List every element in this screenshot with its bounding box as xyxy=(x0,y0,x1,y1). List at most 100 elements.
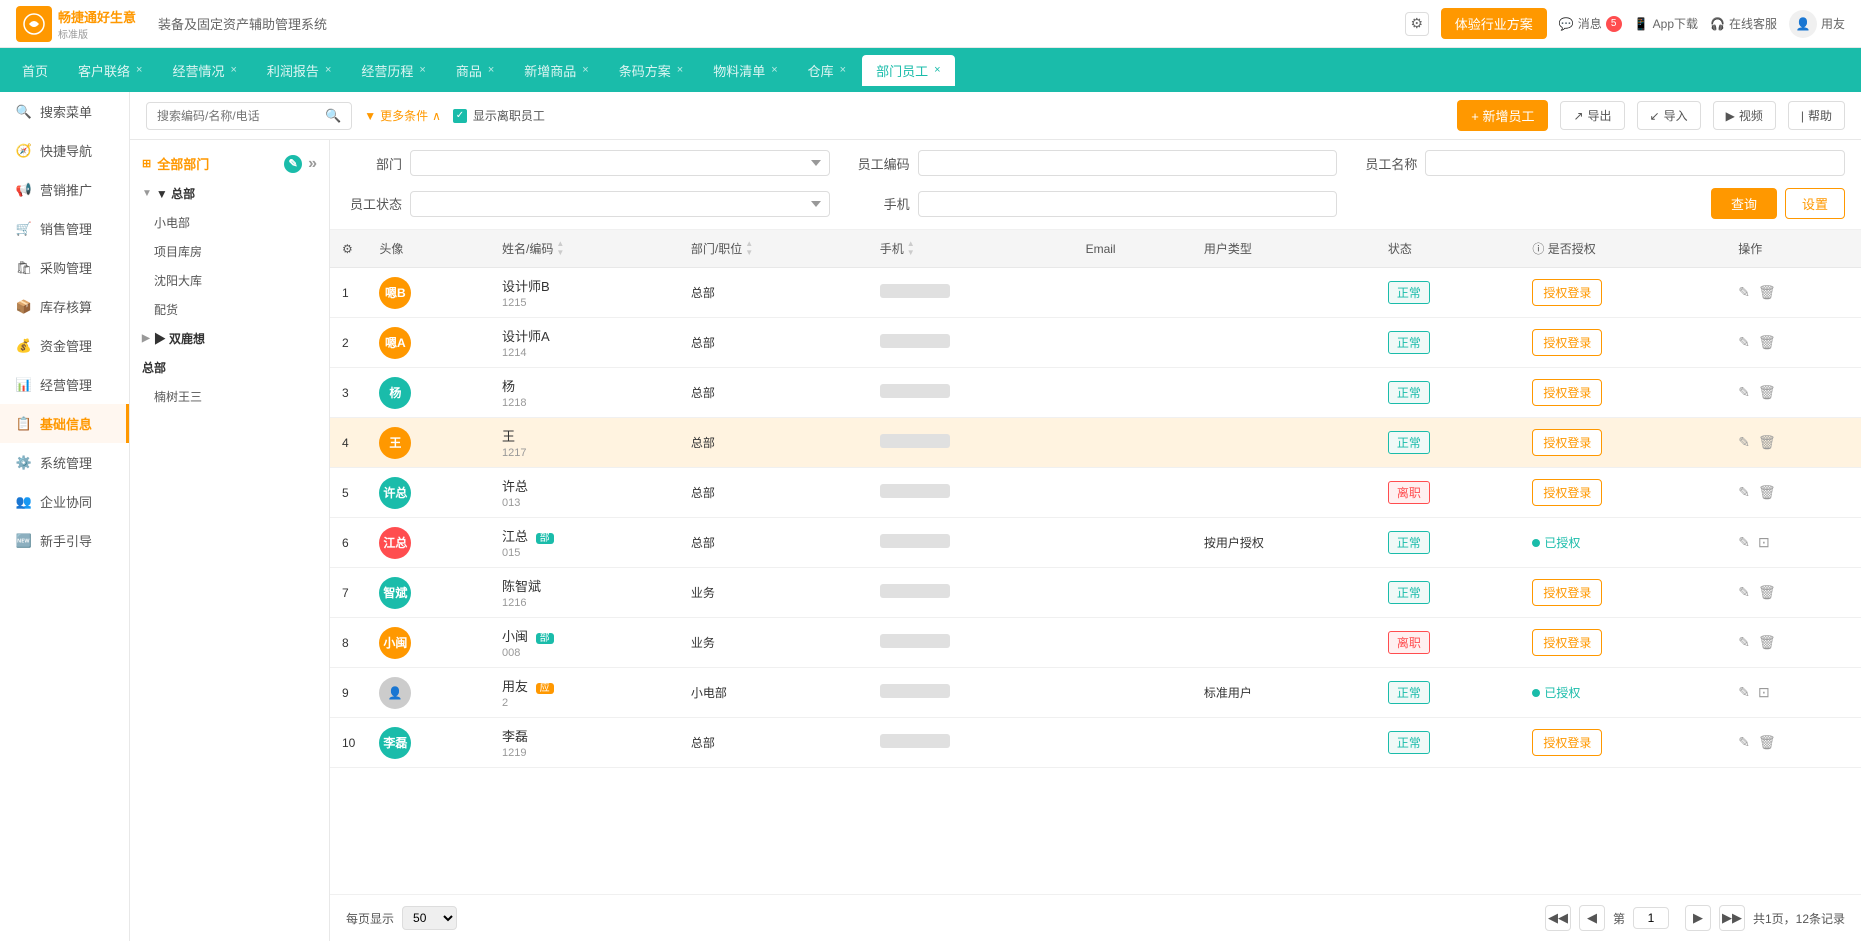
search-input[interactable] xyxy=(157,109,317,123)
show-resigned-toggle[interactable]: ✓ 显示离职员工 xyxy=(453,107,545,124)
emp-code-input[interactable] xyxy=(918,150,1338,176)
authorize-button[interactable]: 授权登录 xyxy=(1532,629,1602,656)
edit-icon[interactable]: ✎ xyxy=(1738,634,1750,651)
import-button[interactable]: ↙ 导入 xyxy=(1637,101,1701,130)
add-dept-icon[interactable]: ✎ xyxy=(284,155,302,173)
dept-tree-group-zongbu[interactable]: ▼ 总部 xyxy=(130,179,329,208)
query-button[interactable]: 查询 xyxy=(1711,188,1777,219)
dept-tree-group-shuanglu[interactable]: ▶ 双鹿想 xyxy=(130,324,329,353)
nav-tab-barcode[interactable]: 条码方案 × xyxy=(605,55,697,86)
close-icon[interactable]: × xyxy=(771,64,777,76)
edit-icon[interactable]: ✎ xyxy=(1738,584,1750,601)
sidebar-item-inventory[interactable]: 📦 库存核算 xyxy=(0,287,129,326)
authorize-button[interactable]: 授权登录 xyxy=(1532,579,1602,606)
nav-tab-new-goods[interactable]: 新增商品 × xyxy=(510,55,602,86)
edit-icon[interactable]: ✎ xyxy=(1738,384,1750,401)
video-button[interactable]: ▶ 视频 xyxy=(1713,101,1776,130)
trial-button[interactable]: 体验行业方案 xyxy=(1441,8,1547,39)
delete-icon[interactable]: 🗑 xyxy=(1758,484,1776,501)
sidebar-item-search[interactable]: 🔍 搜索菜单 xyxy=(0,92,129,131)
col-phone[interactable]: 手机 ▲ ▼ xyxy=(868,230,1074,268)
edit-icon[interactable]: ✎ xyxy=(1738,334,1750,351)
col-settings[interactable]: ⚙ xyxy=(330,230,367,268)
authorize-button[interactable]: 授权登录 xyxy=(1532,279,1602,306)
nav-tab-operation[interactable]: 经营情况 × xyxy=(158,55,250,86)
sidebar-item-guide[interactable]: 🆕 新手引导 xyxy=(0,521,129,560)
sidebar-item-marketing[interactable]: 📢 营销推广 xyxy=(0,170,129,209)
nav-tab-goods[interactable]: 商品 × xyxy=(442,55,508,86)
edit-icon[interactable]: ✎ xyxy=(1738,534,1750,551)
delete-icon[interactable]: 🗑 xyxy=(1758,634,1776,651)
dept-tree-item-peihuo[interactable]: 配货 xyxy=(130,295,329,324)
message-btn[interactable]: 💬 消息 5 xyxy=(1559,15,1622,32)
next-page-btn[interactable]: ▶ xyxy=(1685,905,1711,931)
online-service-btn[interactable]: 🎧 在线客服 xyxy=(1710,15,1777,32)
nav-tab-customer[interactable]: 客户联络 × xyxy=(64,55,156,86)
export-button[interactable]: ↗ 导出 xyxy=(1560,101,1624,130)
add-employee-button[interactable]: + 新增员工 xyxy=(1457,100,1548,131)
sidebar-item-management[interactable]: 📊 经营管理 xyxy=(0,365,129,404)
close-icon[interactable]: × xyxy=(136,64,142,76)
sidebar-item-sales[interactable]: 🛒 销售管理 xyxy=(0,209,129,248)
nav-tab-home[interactable]: 首页 xyxy=(8,55,62,86)
app-download-btn[interactable]: 📱 App下载 xyxy=(1634,15,1698,32)
edit-icon[interactable]: ✎ xyxy=(1738,484,1750,501)
delete-icon[interactable]: 🗑 xyxy=(1758,334,1776,351)
copy-icon[interactable]: ⊡ xyxy=(1758,534,1770,551)
phone-input[interactable] xyxy=(918,191,1338,217)
nav-tab-dept-staff[interactable]: 部门员工 × xyxy=(862,55,954,86)
settings-icon[interactable]: ⚙ xyxy=(1405,12,1429,36)
phone-sort-arrows[interactable]: ▲ ▼ xyxy=(907,240,915,257)
delete-icon[interactable]: 🗑 xyxy=(1758,584,1776,601)
sidebar-item-quicknav[interactable]: 🧭 快捷导航 xyxy=(0,131,129,170)
dept-tree-item-nanshu[interactable]: 楠树王三 xyxy=(130,382,329,411)
dept-select[interactable] xyxy=(410,150,830,176)
nav-tab-warehouse[interactable]: 仓库 × xyxy=(794,55,860,86)
dept-tree-group-zongbu2[interactable]: 总部 xyxy=(130,353,329,382)
authorize-button[interactable]: 授权登录 xyxy=(1532,379,1602,406)
sidebar-item-basic-info[interactable]: 📋 基础信息 xyxy=(0,404,129,443)
first-page-btn[interactable]: ◀◀ xyxy=(1545,905,1571,931)
nav-tab-bom[interactable]: 物料清单 × xyxy=(699,55,791,86)
authorize-button[interactable]: 授权登录 xyxy=(1532,479,1602,506)
set-button[interactable]: 设置 xyxy=(1785,188,1845,219)
authorize-button[interactable]: 授权登录 xyxy=(1532,329,1602,356)
edit-icon[interactable]: ✎ xyxy=(1738,684,1750,701)
sidebar-item-purchase[interactable]: 🛍 采购管理 xyxy=(0,248,129,287)
authorize-button[interactable]: 授权登录 xyxy=(1532,429,1602,456)
sidebar-item-collab[interactable]: 👥 企业协同 xyxy=(0,482,129,521)
page-size-select[interactable]: 50 100 xyxy=(402,906,457,930)
dept-sort-arrows[interactable]: ▲ ▼ xyxy=(745,240,753,257)
close-icon[interactable]: × xyxy=(488,64,494,76)
authorize-button[interactable]: 授权登录 xyxy=(1532,729,1602,756)
close-icon[interactable]: × xyxy=(840,64,846,76)
name-sort-arrows[interactable]: ▲ ▼ xyxy=(556,240,564,257)
dept-tree-item-shenyang[interactable]: 沈阳大库 xyxy=(130,266,329,295)
dept-tree-item-xiangmu[interactable]: 项目库房 xyxy=(130,237,329,266)
delete-icon[interactable]: 🗑 xyxy=(1758,734,1776,751)
more-filter-btn[interactable]: ▼ 更多条件 ∧ xyxy=(364,107,441,124)
close-icon[interactable]: × xyxy=(325,64,331,76)
close-icon[interactable]: × xyxy=(582,64,588,76)
page-input[interactable] xyxy=(1633,907,1669,929)
close-icon[interactable]: × xyxy=(677,64,683,76)
edit-icon[interactable]: ✎ xyxy=(1738,434,1750,451)
last-page-btn[interactable]: ▶▶ xyxy=(1719,905,1745,931)
sidebar-item-finance[interactable]: 💰 资金管理 xyxy=(0,326,129,365)
collapse-icon[interactable]: » xyxy=(308,155,317,173)
nav-tab-history[interactable]: 经营历程 × xyxy=(347,55,439,86)
edit-icon[interactable]: ✎ xyxy=(1738,284,1750,301)
emp-name-input[interactable] xyxy=(1425,150,1845,176)
emp-status-select[interactable] xyxy=(410,191,830,217)
nav-tab-profit[interactable]: 利润报告 × xyxy=(253,55,345,86)
delete-icon[interactable]: 🗑 xyxy=(1758,384,1776,401)
close-icon[interactable]: × xyxy=(230,64,236,76)
prev-page-btn[interactable]: ◀ xyxy=(1579,905,1605,931)
close-icon[interactable]: × xyxy=(419,64,425,76)
sidebar-item-system[interactable]: ⚙️ 系统管理 xyxy=(0,443,129,482)
delete-icon[interactable]: 🗑 xyxy=(1758,284,1776,301)
search-box[interactable]: 🔍 xyxy=(146,102,352,130)
delete-icon[interactable]: 🗑 xyxy=(1758,434,1776,451)
col-name-code[interactable]: 姓名/编码 ▲ ▼ xyxy=(490,230,679,268)
col-dept-position[interactable]: 部门/职位 ▲ ▼ xyxy=(679,230,868,268)
